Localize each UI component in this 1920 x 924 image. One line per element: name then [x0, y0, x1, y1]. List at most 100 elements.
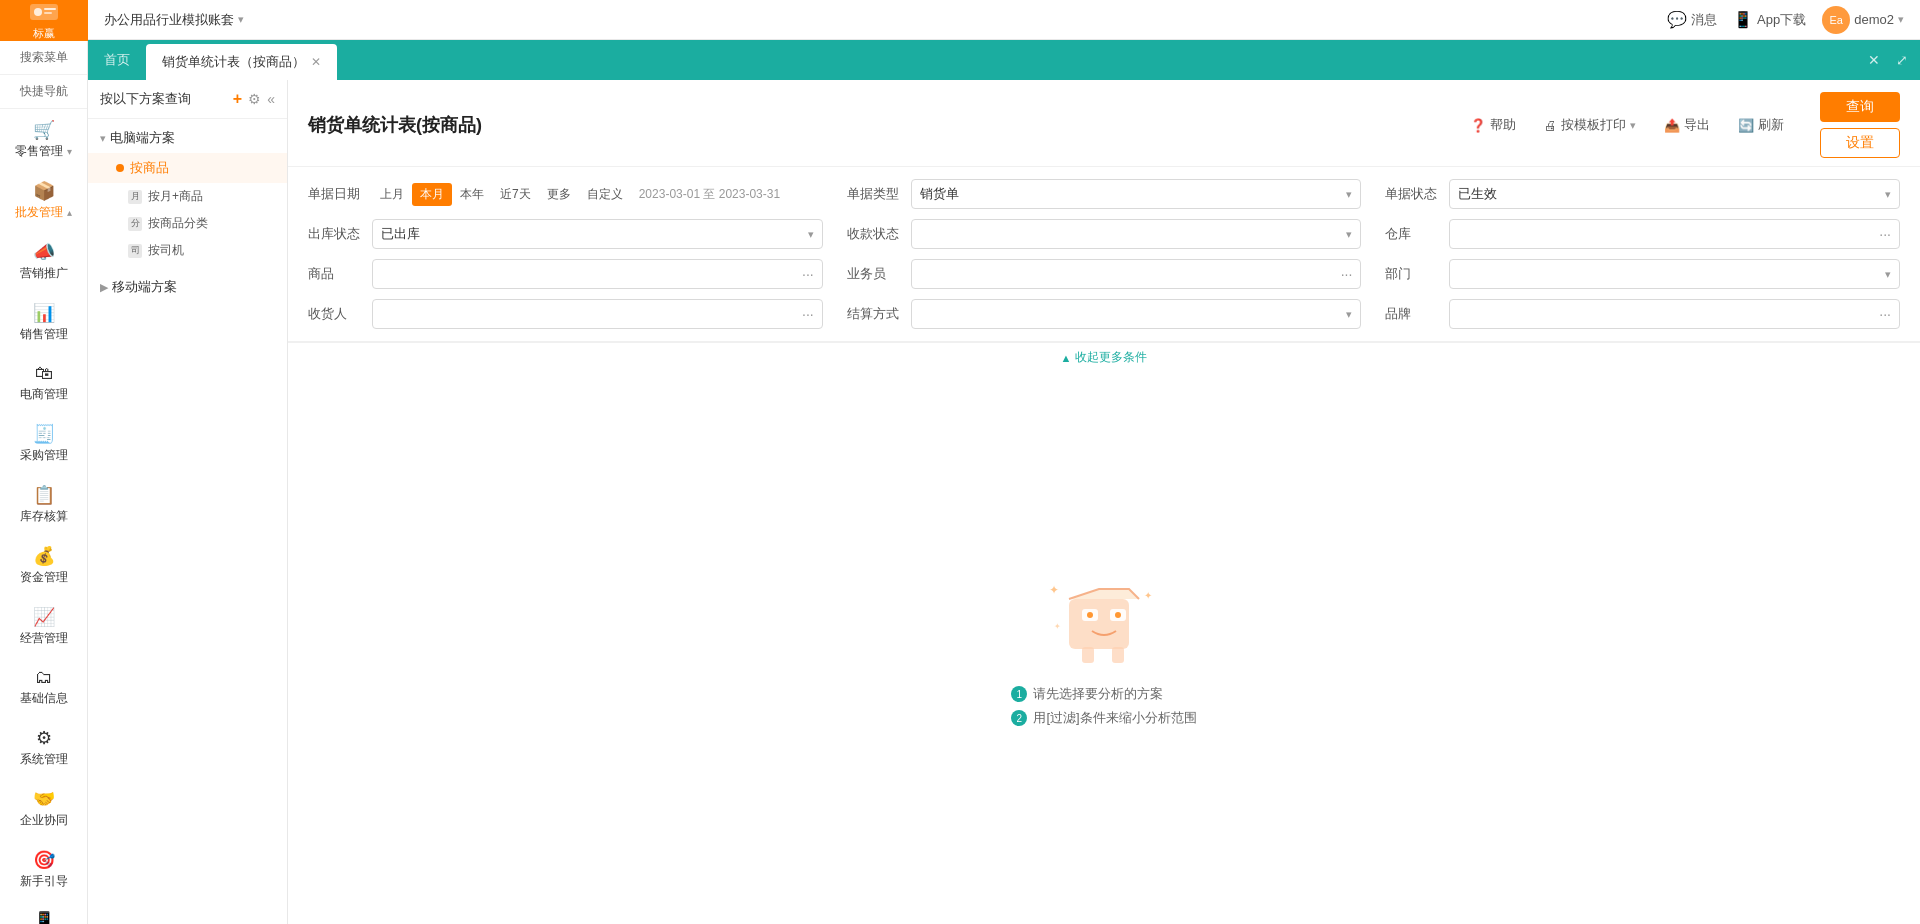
collapse-bar[interactable]: ▲ 收起更多条件 — [288, 342, 1920, 372]
svg-point-1 — [34, 8, 42, 16]
sidebar-item-guide[interactable]: 🎯 新手引导 — [0, 839, 87, 900]
sales-icon: 📊 — [4, 302, 83, 324]
tree-section-pc: ▾ 电脑端方案 按商品 月 按月+商品 分 按商品分类 — [88, 119, 287, 268]
tree-sub-item-driver[interactable]: 司 按司机 — [88, 237, 287, 264]
add-scheme-btn[interactable]: + — [233, 90, 242, 108]
query-button[interactable]: 查询 — [1820, 92, 1900, 122]
sidebar-item-finance[interactable]: 💰 资金管理 — [0, 535, 87, 596]
app-download-label: App下载 — [1757, 11, 1806, 29]
sidebar-item-basic[interactable]: 🗂 基础信息 — [0, 657, 87, 717]
outstatus-arrow-icon: ▾ — [808, 228, 814, 241]
window-close-btn[interactable]: ✕ — [1864, 50, 1884, 70]
svg-rect-2 — [44, 8, 56, 10]
window-expand-btn[interactable]: ⤢ — [1892, 50, 1912, 70]
sidebar-item-sales[interactable]: 📊 销售管理 — [0, 292, 87, 353]
settings-button[interactable]: 设置 — [1820, 128, 1900, 158]
sidebar-item-collab[interactable]: 🤝 企业协同 — [0, 778, 87, 839]
sidebar-item-marketing[interactable]: 📣 营销推广 — [0, 231, 87, 292]
docstatus-input[interactable]: 已生效 ▾ — [1449, 179, 1900, 209]
tree-section-mobile: ▶ 移动端方案 — [88, 268, 287, 306]
sidebar-item-ecommerce[interactable]: 🛍 电商管理 — [0, 353, 87, 413]
brand-label: 品牌 — [1385, 305, 1441, 323]
settle-input[interactable]: ▾ — [911, 299, 1362, 329]
svg-text:✦: ✦ — [1054, 622, 1061, 631]
tab-home[interactable]: 首页 — [88, 40, 146, 80]
dept-arrow-icon: ▾ — [1885, 268, 1891, 281]
warehouse-input[interactable]: ··· — [1449, 219, 1900, 249]
docstatus-label: 单据状态 — [1385, 185, 1441, 203]
tree-arrow-down-icon: ▾ — [100, 132, 106, 145]
date-label: 单据日期 — [308, 185, 364, 203]
empty-tip-2: 2 用[过滤]条件来缩小分析范围 — [1011, 709, 1196, 727]
left-panel-title: 按以下方案查询 — [100, 90, 191, 108]
sidebar-item-wholesale[interactable]: 📦 批发管理 ▴ — [0, 170, 87, 231]
brand-input[interactable]: ··· — [1449, 299, 1900, 329]
sidebar-item-retail[interactable]: 🛒 零售管理 ▾ — [0, 109, 87, 170]
sidebar-item-ecommerce-label: 电商管理 — [20, 387, 68, 401]
collectstatus-input[interactable]: ▾ — [911, 219, 1362, 249]
date-this-month-btn[interactable]: 本月 — [412, 183, 452, 206]
tree-category-pc[interactable]: ▾ 电脑端方案 — [88, 123, 287, 153]
page-inner: 按以下方案查询 + ⚙ « ▾ 电脑端方案 按商品 — [88, 80, 1920, 924]
product-dots-icon: ··· — [802, 266, 814, 282]
tip2-text: 用[过滤]条件来缩小分析范围 — [1033, 709, 1196, 727]
salesperson-input[interactable]: ··· — [911, 259, 1362, 289]
dept-input[interactable]: ▾ — [1449, 259, 1900, 289]
tab-close-icon[interactable]: ✕ — [311, 55, 321, 69]
export-icon: 📤 — [1664, 118, 1680, 133]
outstatus-input[interactable]: 已出库 ▾ — [372, 219, 823, 249]
filter-docstatus-field: 单据状态 已生效 ▾ — [1385, 179, 1900, 209]
page-title-bar: 销货单统计表(按商品) ❓ 帮助 🖨 按模板打印 ▾ 📤 — [288, 80, 1920, 167]
sidebar-item-system[interactable]: ⚙ 系统管理 — [0, 717, 87, 778]
refresh-btn[interactable]: 🔄 刷新 — [1730, 112, 1792, 138]
quick-nav[interactable]: 快捷导航 — [0, 75, 87, 109]
date-more-btn[interactable]: 更多 — [539, 183, 579, 206]
help-btn[interactable]: ❓ 帮助 — [1462, 112, 1524, 138]
tree-category-mobile[interactable]: ▶ 移动端方案 — [88, 272, 287, 302]
template-print-btn[interactable]: 🖨 按模板打印 ▾ — [1536, 112, 1644, 138]
date-custom-btn[interactable]: 自定义 — [579, 183, 631, 206]
doctype-input[interactable]: 销货单 ▾ — [911, 179, 1362, 209]
export-label: 导出 — [1684, 116, 1710, 134]
app-download-btn[interactable]: 📱 App下载 — [1733, 10, 1806, 29]
sidebar-item-inventory[interactable]: 📋 库存核算 — [0, 474, 87, 535]
date-filter: 上月 本月 本年 近7天 更多 自定义 2023-03-01 至 2023-03… — [372, 183, 780, 206]
refresh-icon: 🔄 — [1738, 118, 1754, 133]
sidebar-item-purchase[interactable]: 🧾 采购管理 — [0, 413, 87, 474]
product-input[interactable]: ··· — [372, 259, 823, 289]
date-7days-btn[interactable]: 近7天 — [492, 183, 539, 206]
sub-icon-category: 分 — [128, 217, 142, 231]
user-menu[interactable]: Ea demo2 ▾ — [1822, 6, 1904, 34]
product-label: 商品 — [308, 265, 364, 283]
receiver-input[interactable]: ··· — [372, 299, 823, 329]
sidebar-item-collab-label: 企业协同 — [20, 813, 68, 827]
tab-window-controls: ✕ ⤢ — [1856, 40, 1920, 80]
search-menu[interactable]: 搜索菜单 — [0, 41, 87, 75]
tree-arrow-right-icon: ▶ — [100, 281, 108, 294]
tab-sales-stat[interactable]: 销货单统计表（按商品） ✕ — [146, 44, 337, 80]
sidebar-item-appcenter[interactable]: 📱 应用中心 — [0, 900, 87, 924]
top-header: 办公用品行业模拟账套 ▾ 💬 消息 📱 App下载 Ea demo2 ▾ — [88, 0, 1920, 40]
settings-scheme-icon[interactable]: ⚙ — [248, 91, 261, 107]
export-btn[interactable]: 📤 导出 — [1656, 112, 1718, 138]
sidebar-item-operations[interactable]: 📈 经营管理 — [0, 596, 87, 657]
app-logo[interactable]: 标赢 — [0, 0, 88, 41]
collapse-panel-icon[interactable]: « — [267, 91, 275, 107]
salesperson-dots-icon: ··· — [1341, 266, 1353, 282]
collapse-up-icon: ▲ — [1061, 352, 1072, 364]
svg-rect-4 — [1069, 599, 1129, 649]
sidebar-item-wholesale-label: 批发管理 — [15, 205, 63, 219]
sub-icon-month: 月 — [128, 190, 142, 204]
industry-selector[interactable]: 办公用品行业模拟账套 ▾ — [104, 11, 244, 29]
tree-sub-item-month-product[interactable]: 月 按月+商品 — [88, 183, 287, 210]
date-last-month-btn[interactable]: 上月 — [372, 183, 412, 206]
wholesale-icon: 📦 — [4, 180, 83, 202]
message-btn[interactable]: 💬 消息 — [1667, 10, 1717, 29]
tree-sub-item-category[interactable]: 分 按商品分类 — [88, 210, 287, 237]
tree-item-product[interactable]: 按商品 — [88, 153, 287, 183]
sidebar-item-purchase-label: 采购管理 — [20, 448, 68, 462]
date-this-year-btn[interactable]: 本年 — [452, 183, 492, 206]
empty-tip-1: 1 请先选择要分析的方案 — [1011, 685, 1196, 703]
purchase-icon: 🧾 — [4, 423, 83, 445]
empty-tips: 1 请先选择要分析的方案 2 用[过滤]条件来缩小分析范围 — [1011, 685, 1196, 727]
